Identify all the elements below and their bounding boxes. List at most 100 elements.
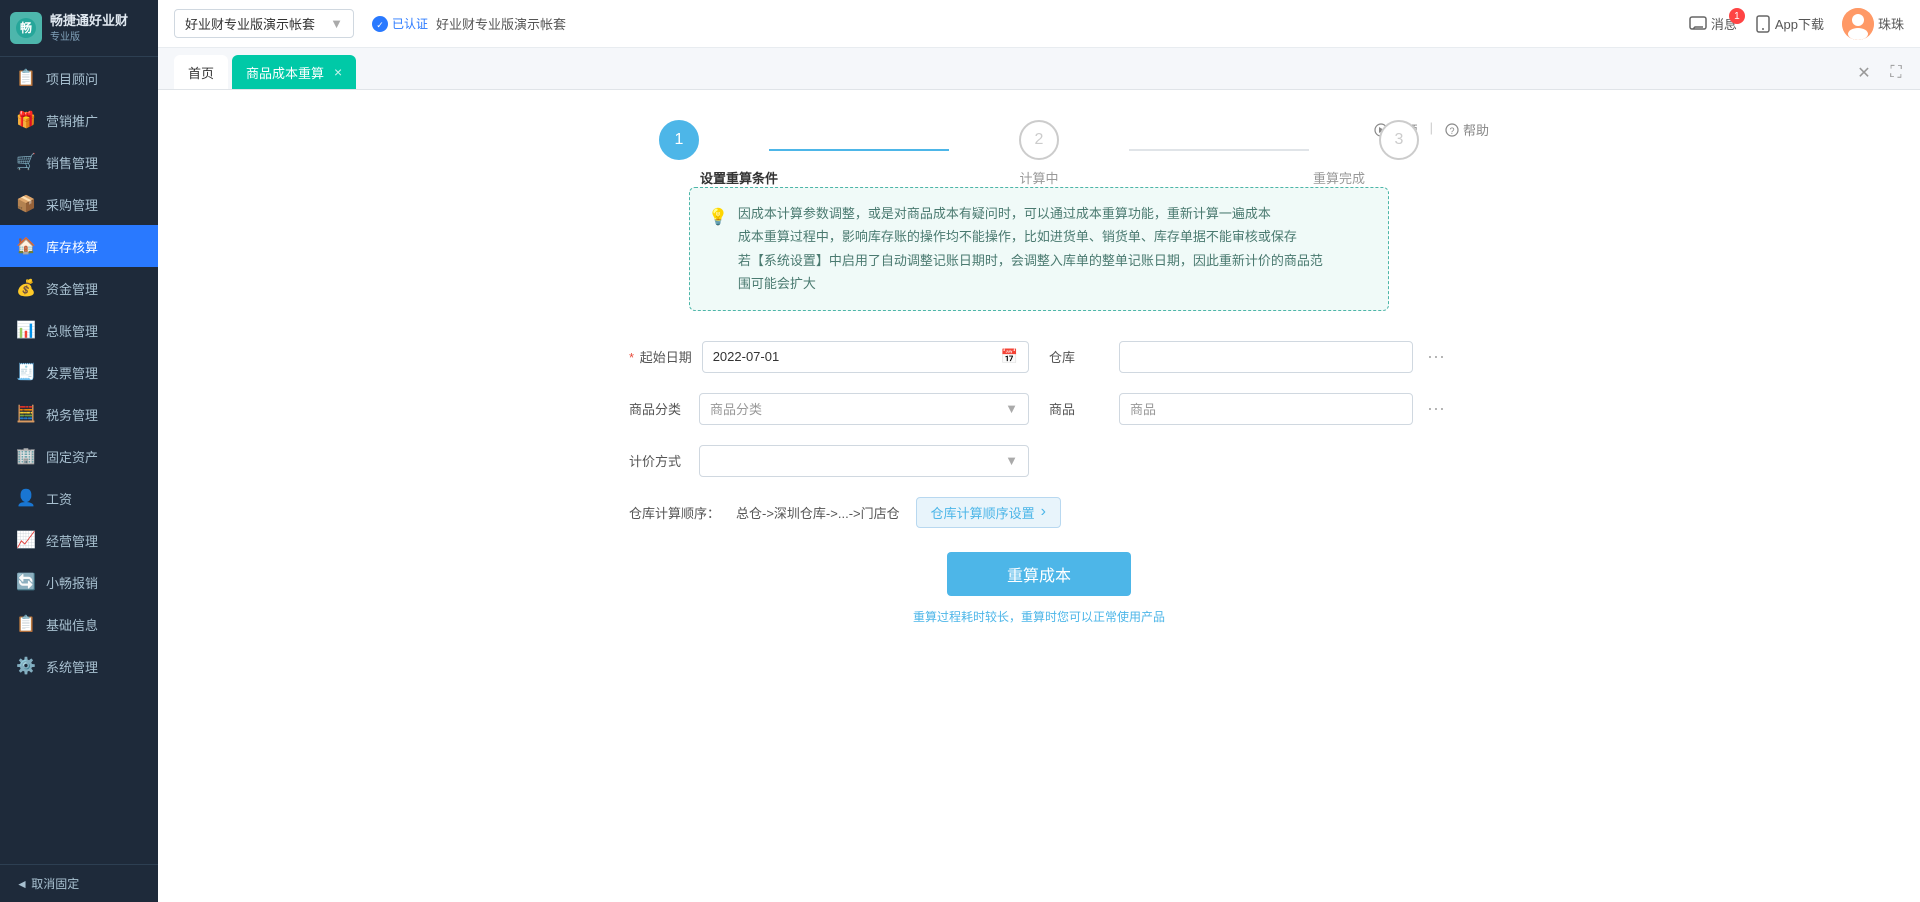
sidebar-item-assets[interactable]: 🏢 固定资产	[0, 435, 158, 477]
tab-home[interactable]: 首页	[174, 55, 228, 89]
verified-label: 已认证	[392, 15, 428, 32]
sidebar-item-accounting[interactable]: 📊 总账管理	[0, 309, 158, 351]
help-link[interactable]: ? 帮助	[1445, 120, 1489, 139]
sidebar-item-inventory[interactable]: 🏠 库存核算	[0, 225, 158, 267]
step-2-label: 计算中	[1019, 171, 1058, 186]
tab-close-button[interactable]: ×	[334, 64, 342, 80]
warehouse-input[interactable]	[1119, 341, 1413, 373]
start-date-input[interactable]: 2022-07-01 📅	[702, 341, 1029, 373]
tab-cost-recalc[interactable]: 商品成本重算 ×	[232, 55, 356, 89]
info-text: 因成本计算参数调整，或是对商品成本有疑问时，可以通过成本重算功能，重新计算一遍成…	[738, 202, 1323, 296]
marketing-icon: 🎁	[16, 110, 36, 130]
sidebar-item-label: 固定资产	[46, 447, 98, 466]
topbar-actions: 消息 1 App下载 珠珠	[1689, 8, 1904, 40]
sidebar-item-label: 经营管理	[46, 531, 98, 550]
sidebar-item-label: 项目顾问	[46, 69, 98, 88]
step-1-label: 设置重算条件	[700, 171, 778, 186]
brand-info: 畅捷通好业财 专业版	[50, 13, 128, 44]
app-logo: 畅	[10, 12, 42, 44]
pricing-select[interactable]: ▼	[699, 445, 1029, 477]
sidebar-item-label: 系统管理	[46, 657, 98, 676]
sidebar-item-system[interactable]: ⚙️ 系统管理	[0, 645, 158, 687]
tabbar-right: ✕ ⛶	[1852, 61, 1920, 89]
warehouse-more-button[interactable]: ···	[1423, 346, 1449, 367]
sidebar-item-label: 库存核算	[46, 237, 98, 256]
start-date-field: * 起始日期 2022-07-01 📅	[629, 341, 1029, 373]
invoice-icon: 🧾	[16, 362, 36, 382]
account-selector[interactable]: 好业财专业版演示帐套 ▼	[174, 9, 354, 38]
unpin-button[interactable]: ◄ 取消固定	[0, 864, 158, 902]
goods-input[interactable]: 商品	[1119, 393, 1413, 425]
sidebar-item-label: 采购管理	[46, 195, 98, 214]
form-row-3: 计价方式 ▼	[629, 445, 1449, 477]
steps-wrapper: 1 2 3 视频	[589, 120, 1489, 187]
system-icon: ⚙️	[16, 656, 36, 676]
user-menu[interactable]: 珠珠	[1842, 8, 1904, 40]
recalc-hint: 重算过程耗时较长，重算时您可以正常使用产品	[913, 608, 1165, 625]
sidebar-item-purchase[interactable]: 📦 采购管理	[0, 183, 158, 225]
calendar-icon: 📅	[1001, 348, 1018, 365]
sidebar-item-salary[interactable]: 👤 工资	[0, 477, 158, 519]
purchase-icon: 📦	[16, 194, 36, 214]
accounting-icon: 📊	[16, 320, 36, 340]
sidebar-item-label: 营销推广	[46, 111, 98, 130]
tab-active-label: 商品成本重算	[246, 63, 324, 82]
goods-label: 商品	[1049, 399, 1109, 418]
info-line2: 成本重算过程中，影响库存账的操作均不能操作，比如进货单、销货单、库存单据不能审核…	[738, 225, 1323, 248]
info-line3: 若【系统设置】中启用了自动调整记账日期时，会调整入库单的整单记账日期，因此重新计…	[738, 249, 1323, 272]
sidebar-item-invoice[interactable]: 🧾 发票管理	[0, 351, 158, 393]
sidebar-item-label: 税务管理	[46, 405, 98, 424]
sidebar-item-sales[interactable]: 🛒 销售管理	[0, 141, 158, 183]
project-icon: 📋	[16, 68, 36, 88]
warehouse-order-value: 总仓->深圳仓库->...->门店仓	[736, 503, 900, 522]
verified-badge: ✓ 已认证	[372, 15, 428, 32]
goods-field: 商品 商品 ···	[1049, 393, 1449, 425]
tabbar: 首页 商品成本重算 × ✕ ⛶	[158, 48, 1920, 90]
salary-icon: 👤	[16, 488, 36, 508]
step-1: 1	[589, 120, 769, 160]
inventory-icon: 🏠	[16, 236, 36, 256]
category-label: 商品分类	[629, 399, 689, 418]
app-download-button[interactable]: App下载	[1755, 14, 1824, 33]
sidebar-item-marketing[interactable]: 🎁 营销推广	[0, 99, 158, 141]
maximize-button[interactable]: ⛶	[1884, 61, 1908, 85]
sidebar-item-label: 总账管理	[46, 321, 98, 340]
category-field: 商品分类 商品分类 ▼	[629, 393, 1029, 425]
account-name: 好业财专业版演示帐套	[185, 14, 315, 33]
sidebar-menu: 📋 项目顾问 🎁 营销推广 🛒 销售管理 📦 采购管理 🏠 库存核算 💰 资金管…	[0, 57, 158, 864]
goods-more-button[interactable]: ···	[1423, 398, 1449, 419]
step-1-circle: 1	[659, 120, 699, 160]
step-3-circle: 3	[1379, 120, 1419, 160]
sidebar-item-expense[interactable]: 🔄 小畅报销	[0, 561, 158, 603]
start-date-value: 2022-07-01	[713, 349, 993, 364]
warehouse-label: 仓库	[1049, 347, 1109, 366]
help-icon: ?	[1445, 123, 1459, 137]
brand-sub: 专业版	[50, 28, 128, 43]
warehouse-chevron-icon: ›	[1041, 503, 1046, 521]
sidebar-item-operation[interactable]: 📈 经营管理	[0, 519, 158, 561]
step-2: 2	[949, 120, 1129, 160]
operation-icon: 📈	[16, 530, 36, 550]
tab-home-label: 首页	[188, 63, 214, 82]
sidebar-item-tax[interactable]: 🧮 税务管理	[0, 393, 158, 435]
messages-button[interactable]: 消息 1	[1689, 14, 1737, 33]
category-select[interactable]: 商品分类 ▼	[699, 393, 1029, 425]
btn-area: 重算成本 重算过程耗时较长，重算时您可以正常使用产品	[629, 552, 1449, 625]
message-badge: 1	[1729, 8, 1745, 24]
close-window-button[interactable]: ✕	[1852, 61, 1876, 85]
recalc-btn-label: 重算成本	[1007, 568, 1071, 585]
start-date-label: * 起始日期	[629, 347, 692, 366]
category-placeholder: 商品分类	[710, 399, 762, 418]
sidebar-item-project[interactable]: 📋 项目顾问	[0, 57, 158, 99]
basic-icon: 📋	[16, 614, 36, 634]
sidebar-item-basic[interactable]: 📋 基础信息	[0, 603, 158, 645]
sidebar-item-label: 小畅报销	[46, 573, 98, 592]
sidebar-item-finance[interactable]: 💰 资金管理	[0, 267, 158, 309]
recalc-button[interactable]: 重算成本	[947, 552, 1131, 596]
main-area: 好业财专业版演示帐套 ▼ ✓ 已认证 好业财专业版演示帐套 消息 1 App下载	[158, 0, 1920, 902]
sidebar-item-label: 发票管理	[46, 363, 98, 382]
category-dropdown-icon: ▼	[1005, 401, 1018, 416]
expense-icon: 🔄	[16, 572, 36, 592]
sidebar-item-label: 基础信息	[46, 615, 98, 634]
warehouse-order-settings-button[interactable]: 仓库计算顺序设置 ›	[916, 497, 1061, 528]
